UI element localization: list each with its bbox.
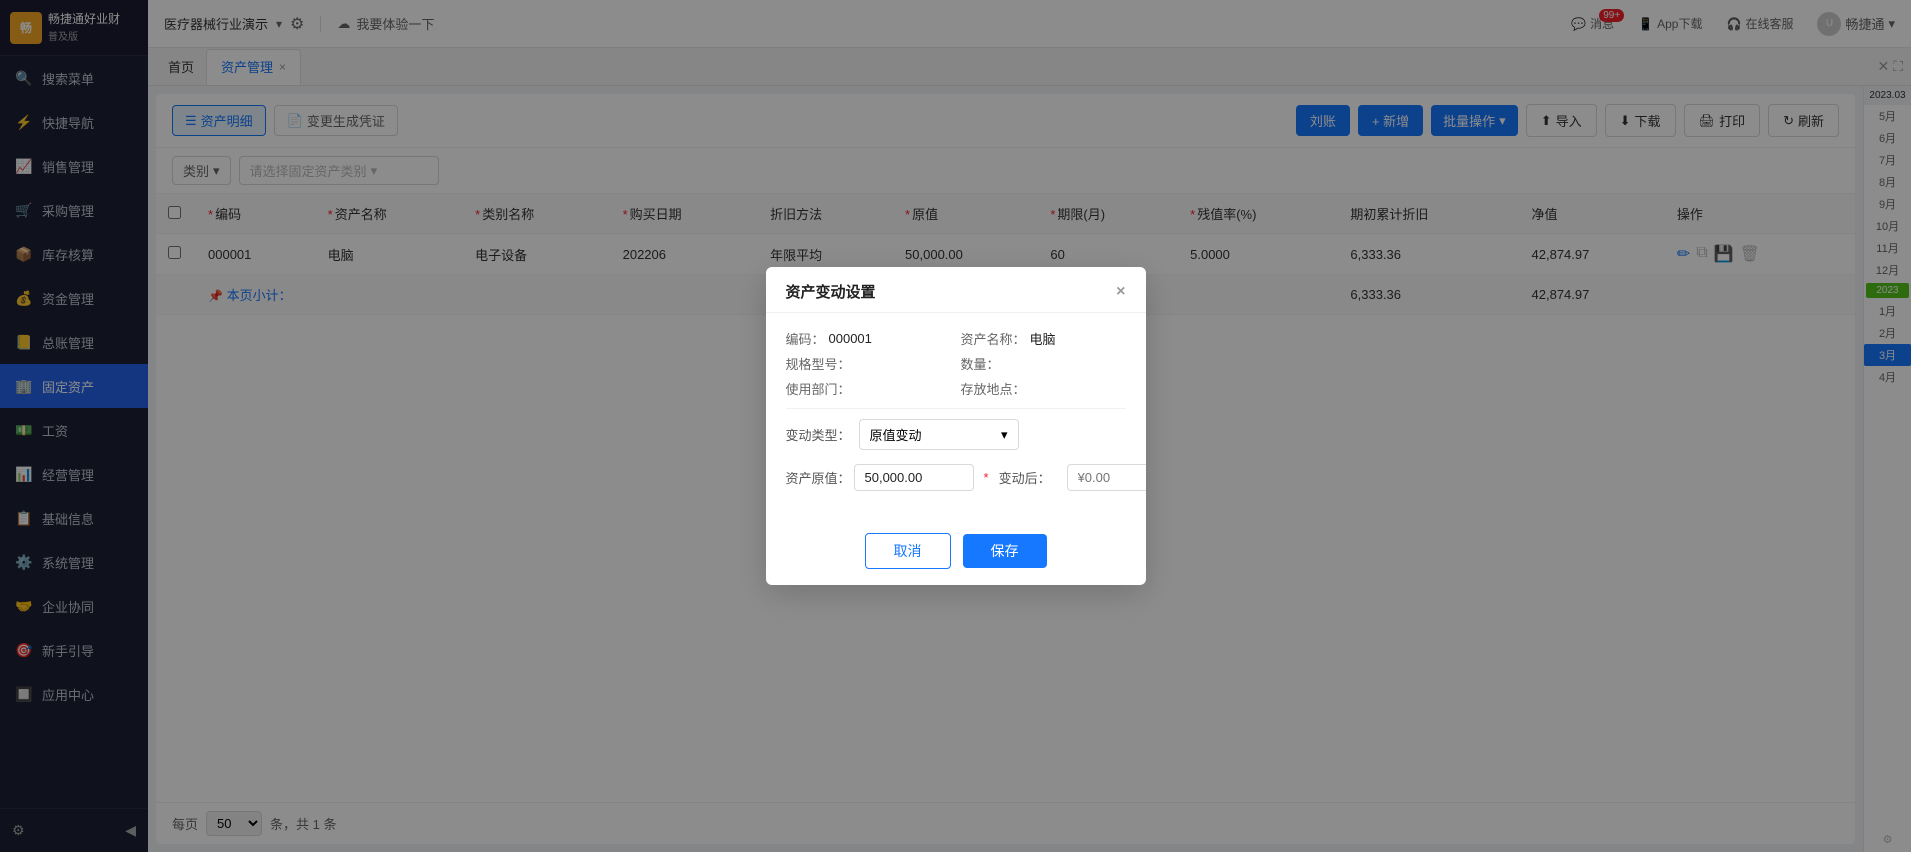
modal-divider (786, 408, 1126, 409)
required-star: * (984, 470, 989, 485)
form-row-change-type: 变动类型： 原值变动 ▾ (786, 419, 1126, 450)
asset-value-label: 资产原值： (786, 468, 846, 487)
chevron-down-icon: ▾ (1001, 427, 1008, 443)
change-type-select[interactable]: 原值变动 ▾ (859, 419, 1019, 450)
modal-header: 资产变动设置 × (766, 267, 1146, 313)
modal-title: 资产变动设置 (786, 281, 876, 302)
info-quantity: 数量： (961, 354, 1126, 373)
change-type-label: 变动类型： (786, 425, 851, 444)
save-button[interactable]: 保存 (963, 534, 1047, 568)
modal-footer: 取消 保存 (766, 521, 1146, 585)
form-row-asset-value: 资产原值： * 变动后： (786, 464, 1126, 491)
modal-overlay: 资产变动设置 × 编码： 000001 资产名称： 电脑 规格型号： 数量： (0, 0, 1911, 852)
modal-body: 编码： 000001 资产名称： 电脑 规格型号： 数量： 使用部门： (766, 313, 1146, 521)
info-asset-name: 资产名称： 电脑 (961, 329, 1126, 348)
asset-value-input[interactable] (854, 464, 974, 491)
asset-change-modal: 资产变动设置 × 编码： 000001 资产名称： 电脑 规格型号： 数量： (766, 267, 1146, 585)
info-code: 编码： 000001 (786, 329, 951, 348)
after-change-input[interactable] (1067, 464, 1146, 491)
modal-close-btn[interactable]: × (1116, 283, 1125, 301)
after-change-label: 变动后： (999, 468, 1059, 487)
info-dept: 使用部门： (786, 379, 951, 398)
cancel-button[interactable]: 取消 (865, 533, 951, 569)
modal-info-grid: 编码： 000001 资产名称： 电脑 规格型号： 数量： 使用部门： (786, 329, 1126, 398)
info-location: 存放地点： (961, 379, 1126, 398)
info-spec: 规格型号： (786, 354, 951, 373)
